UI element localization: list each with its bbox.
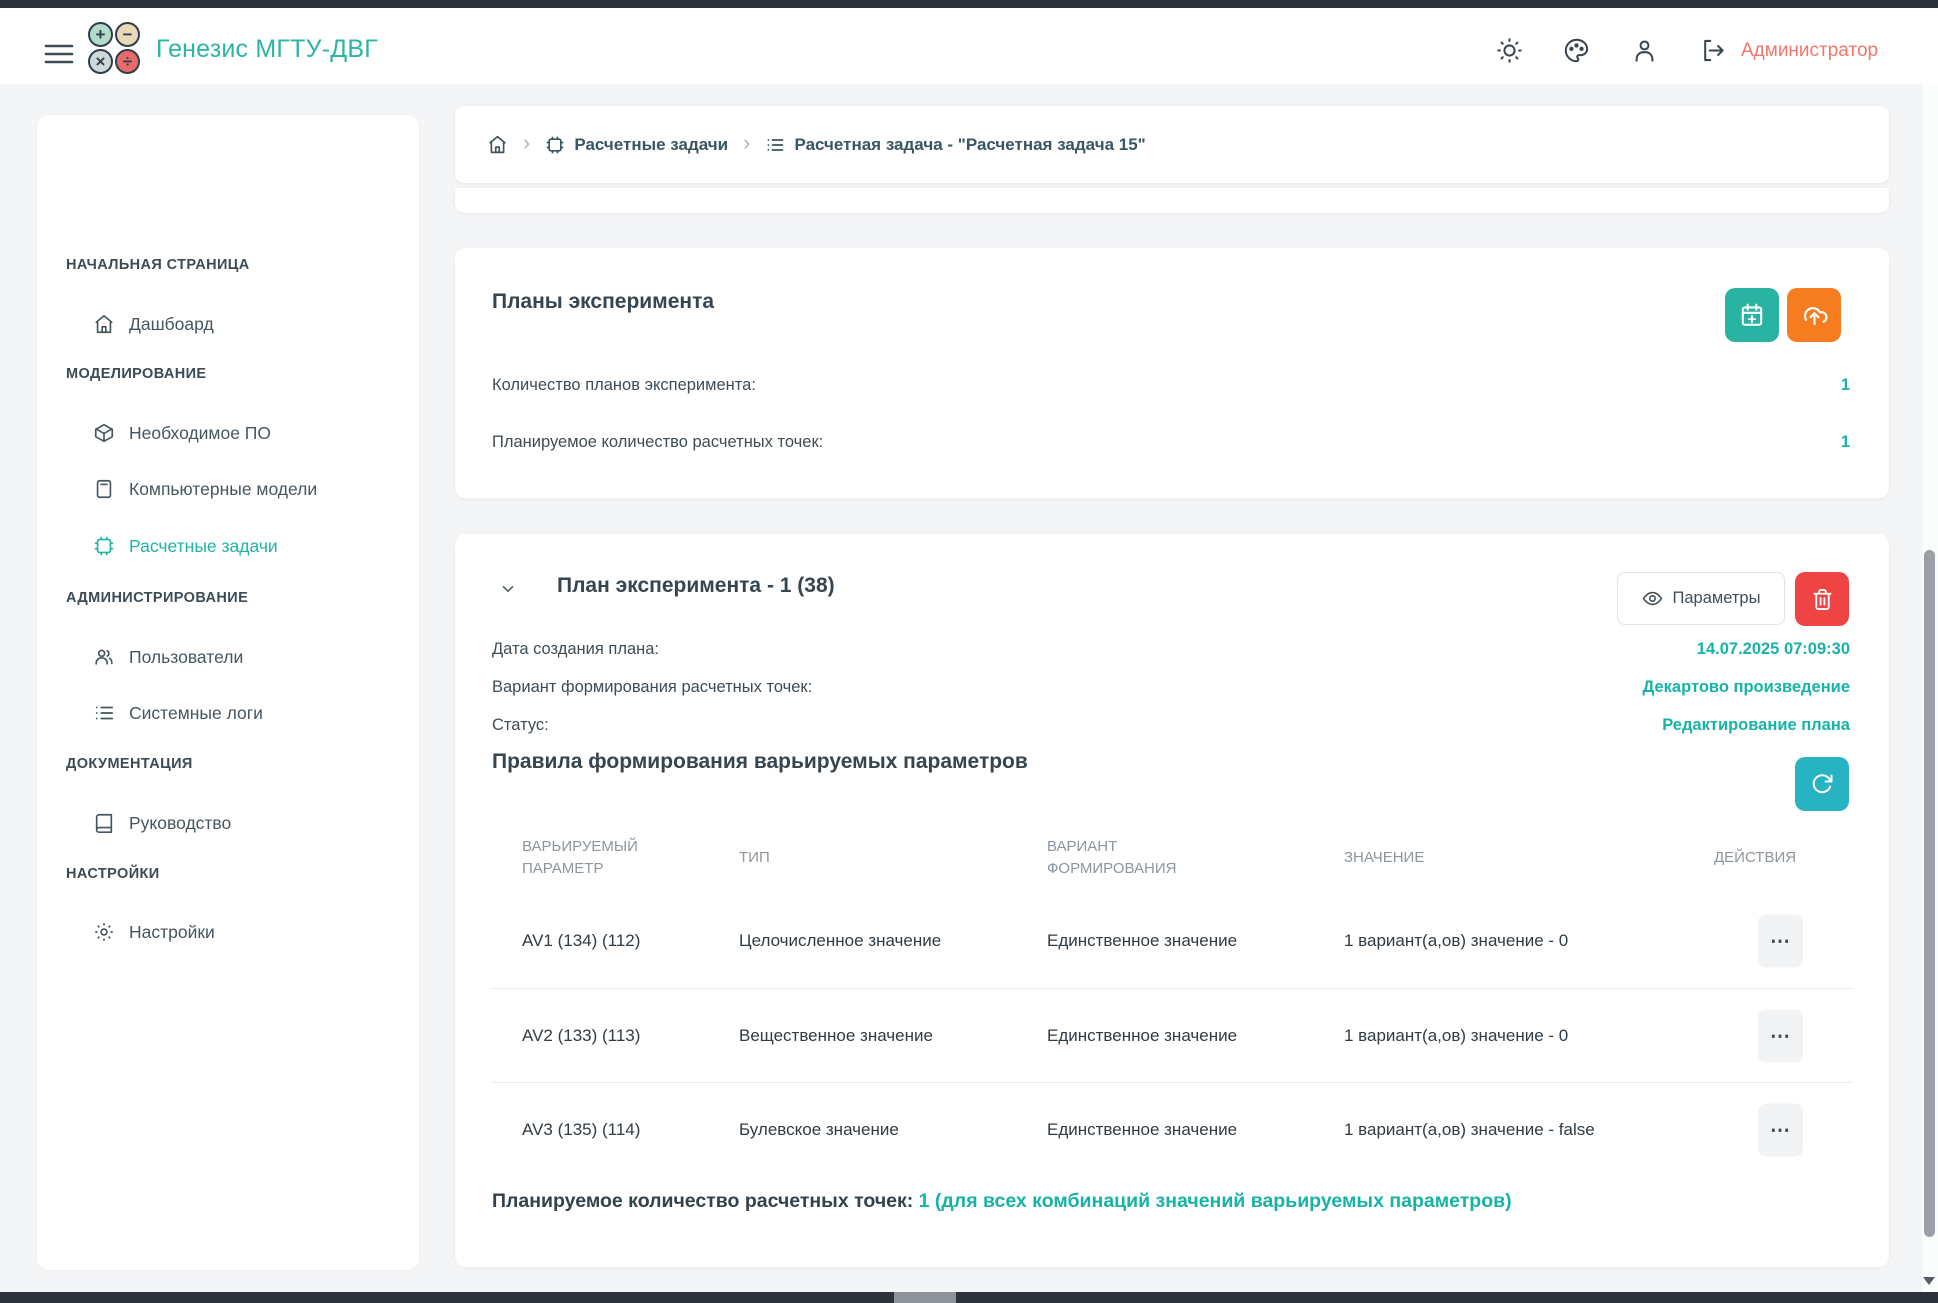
sidebar-section-administration: АДМИНИСТРИРОВАНИЕ <box>66 590 249 606</box>
user-icon[interactable] <box>1631 37 1658 64</box>
box-icon <box>93 422 115 444</box>
plan-created-value: 14.07.2025 07:09:30 <box>1696 640 1850 658</box>
plan-variant-label: Вариант формирования расчетных точек: <box>492 678 813 696</box>
add-plan-button[interactable] <box>1725 288 1779 342</box>
vertical-scrollbar-thumb[interactable] <box>1924 550 1935 1237</box>
gear-icon <box>93 921 115 943</box>
sidebar-item-dashboard[interactable]: Дашбоард <box>93 304 214 344</box>
theme-brightness-icon[interactable] <box>1496 37 1523 64</box>
sidebar-item-system-logs[interactable]: Системные логи <box>93 693 263 733</box>
home-icon <box>487 134 508 155</box>
plans-count-value: 1 <box>1840 376 1850 394</box>
app-header: + − × ÷ Генезис МГТУ-ДВГ Администратор <box>0 8 1938 84</box>
calendar-plus-icon <box>1739 302 1765 328</box>
logo-minus-icon: − <box>115 22 140 47</box>
rules-table-header: ВАРЬИРУЕМЫЙ ПАРАМЕТР ТИП ВАРИАНТ ФОРМИРО… <box>492 822 1852 894</box>
row-actions-button[interactable]: ⋯ <box>1758 1103 1803 1157</box>
chevron-down-icon[interactable] <box>499 580 517 598</box>
plans-card-title: Планы эксперимента <box>492 290 715 313</box>
breadcrumb: › Расчетные задачи › Расчетная задача - … <box>455 106 1889 183</box>
list-icon <box>93 702 115 724</box>
rules-title: Правила формирования варьируемых парамет… <box>492 750 1028 773</box>
plan-variant-value: Декартово произведение <box>1642 678 1850 696</box>
planned-points-value: 1 <box>1840 433 1850 451</box>
breadcrumb-separator: › <box>523 130 531 155</box>
menu-icon[interactable] <box>44 42 74 66</box>
scrolled-card-edge <box>455 188 1889 213</box>
book-icon <box>93 812 115 834</box>
parameters-button[interactable]: Параметры <box>1617 572 1785 625</box>
plan-title: План эксперимента - 1 (38) <box>557 574 835 597</box>
app-title: Генезис МГТУ-ДВГ <box>156 35 378 63</box>
planned-points-label: Планируемое количество расчетных точек: <box>492 433 824 451</box>
ellipsis-icon: ⋯ <box>1770 1119 1791 1142</box>
breadcrumb-home[interactable] <box>487 134 508 155</box>
palette-icon[interactable] <box>1563 37 1590 64</box>
sidebar-item-software[interactable]: Необходимое ПО <box>93 413 271 453</box>
breadcrumb-current-task[interactable]: Расчетная задача - "Расчетная задача 15" <box>765 135 1146 155</box>
col-value: ЗНАЧЕНИЕ <box>1344 849 1425 866</box>
plan-status-label: Статус: <box>492 716 549 734</box>
ellipsis-icon: ⋯ <box>1770 930 1791 953</box>
breadcrumb-calculation-tasks[interactable]: Расчетные задачи <box>545 135 728 155</box>
table-row: AV2 (133) (113) Вещественное значение Ед… <box>492 988 1852 1083</box>
planned-points-summary: Планируемое количество расчетных точек: … <box>492 1190 1512 1212</box>
ellipsis-icon: ⋯ <box>1770 1025 1791 1048</box>
window-top-strip <box>0 0 1938 8</box>
refresh-icon <box>1810 772 1834 796</box>
sidebar-section-modeling: МОДЕЛИРОВАНИЕ <box>66 366 207 382</box>
sidebar-item-users[interactable]: Пользователи <box>93 637 243 677</box>
logo-divide-icon: ÷ <box>115 49 140 74</box>
users-icon <box>93 646 115 668</box>
table-row: AV1 (134) (112) Целочисленное значение Е… <box>492 894 1852 988</box>
cpu-icon <box>93 535 115 557</box>
logo-times-icon: × <box>88 49 113 74</box>
trash-icon <box>1811 588 1834 611</box>
col-varied-parameter: ВАРЬИРУЕМЫЙ ПАРАМЕТР <box>522 838 638 877</box>
sidebar-section-documentation: ДОКУМЕНТАЦИЯ <box>66 756 193 772</box>
cpu-icon <box>545 135 565 155</box>
horizontal-scrollbar[interactable] <box>0 1292 1938 1303</box>
sidebar-item-calculation-tasks[interactable]: Расчетные задачи <box>93 526 278 566</box>
list-icon <box>765 135 785 155</box>
sidebar-item-settings[interactable]: Настройки <box>93 912 215 952</box>
delete-plan-button[interactable] <box>1795 572 1849 626</box>
col-type: ТИП <box>739 849 770 866</box>
row-actions-button[interactable]: ⋯ <box>1758 914 1803 968</box>
logo-plus-icon: + <box>88 22 113 47</box>
experiment-plans-card: Планы эксперимента Количество планов экс… <box>455 248 1889 498</box>
home-icon <box>93 313 115 335</box>
logout-icon[interactable] <box>1699 37 1726 64</box>
sidebar-item-computer-models[interactable]: Компьютерные модели <box>93 469 317 509</box>
plan-created-label: Дата создания плана: <box>492 640 660 658</box>
sidebar-section-settings: НАСТРОЙКИ <box>66 866 160 882</box>
cloud-upload-icon <box>1801 302 1828 329</box>
plans-count-label: Количество планов эксперимента: <box>492 376 756 394</box>
horizontal-scrollbar-thumb[interactable] <box>894 1292 956 1303</box>
table-row: AV3 (135) (114) Булевское значение Единс… <box>492 1082 1852 1177</box>
row-actions-button[interactable]: ⋯ <box>1758 1009 1803 1063</box>
breadcrumb-separator: › <box>743 130 751 155</box>
sidebar-section-home: НАЧАЛЬНАЯ СТРАНИЦА <box>66 257 250 273</box>
calculator-icon <box>93 478 115 500</box>
user-role-label[interactable]: Администратор <box>1741 40 1878 62</box>
sidebar-item-manual[interactable]: Руководство <box>93 803 231 843</box>
sidebar: НАЧАЛЬНАЯ СТРАНИЦА Дашбоард МОДЕЛИРОВАНИ… <box>37 115 419 1270</box>
upload-plan-button[interactable] <box>1787 288 1841 342</box>
eye-icon <box>1642 588 1663 609</box>
plan-status-value: Редактирование плана <box>1662 716 1850 734</box>
col-actions: ДЕЙСТВИЯ <box>1714 849 1797 866</box>
scroll-down-icon[interactable] <box>1923 1277 1935 1285</box>
experiment-plan-card: План эксперимента - 1 (38) Параметры Дат… <box>455 534 1889 1267</box>
col-formation-variant: ВАРИАНТ ФОРМИРОВАНИЯ <box>1047 838 1177 877</box>
app-logo: + − × ÷ <box>88 22 144 78</box>
refresh-rules-button[interactable] <box>1795 757 1849 811</box>
